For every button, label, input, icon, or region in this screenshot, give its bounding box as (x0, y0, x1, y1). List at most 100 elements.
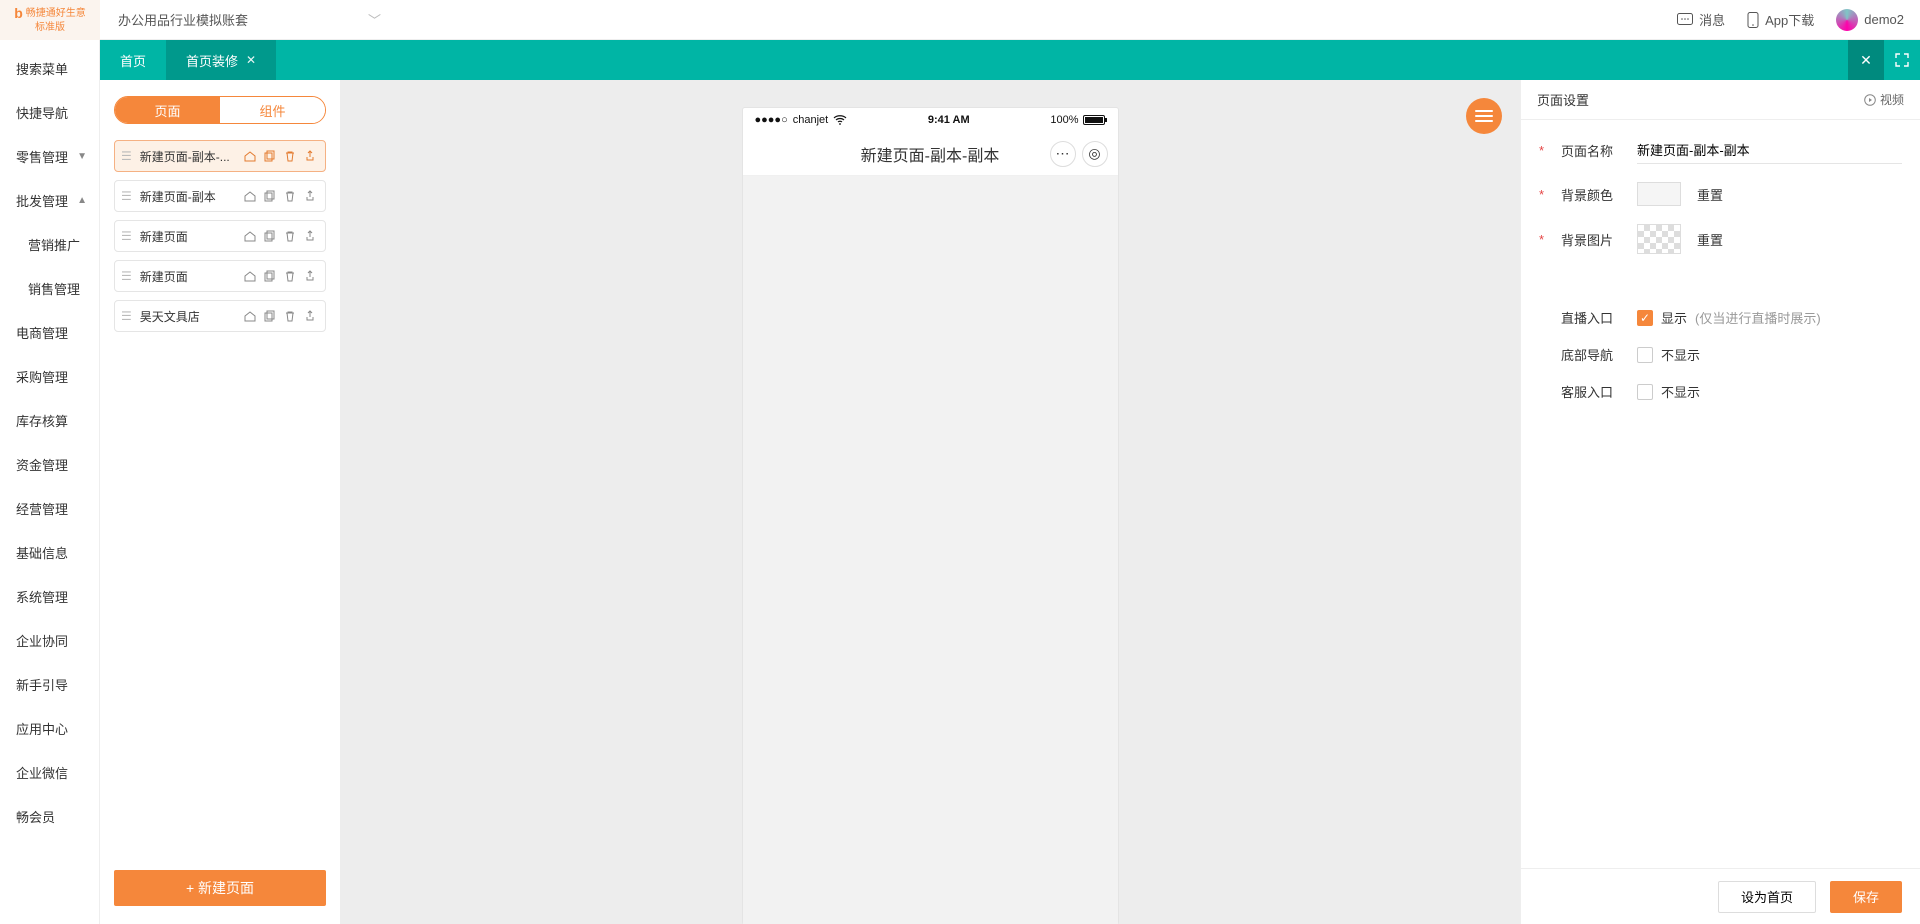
canvas-menu-fab[interactable] (1466, 98, 1502, 134)
share-icon[interactable] (303, 149, 317, 163)
service-entry-checkbox[interactable]: 不显示 (1637, 382, 1700, 401)
page-item-name: 新建页面-副本-... (140, 148, 235, 165)
checkbox-checked-icon: ✓ (1637, 310, 1653, 326)
sidenav-item[interactable]: 库存核算 (0, 398, 99, 442)
miniprogram-more-icon[interactable]: ⋯ (1050, 141, 1076, 167)
home-icon[interactable] (243, 309, 257, 323)
close-icon[interactable]: ✕ (246, 53, 256, 67)
segment-component[interactable]: 组件 (220, 97, 325, 123)
delete-icon[interactable] (283, 309, 297, 323)
copy-icon[interactable] (263, 229, 277, 243)
bg-color-swatch[interactable] (1637, 182, 1681, 206)
page-list-item[interactable]: ☰ 新建页面-副本 (114, 180, 326, 212)
chat-icon (1677, 13, 1693, 27)
sidenav-item[interactable]: 基础信息 (0, 530, 99, 574)
sidenav-item[interactable]: 搜索菜单 (0, 46, 99, 90)
chevron-down-icon: ﹀ (368, 10, 381, 29)
home-icon[interactable] (243, 149, 257, 163)
home-icon[interactable] (243, 189, 257, 203)
copy-icon[interactable] (263, 189, 277, 203)
page-list: ☰ 新建页面-副本-... ☰ 新建页面-副本 ☰ 新建页面 ☰ 新建页面 ☰ 昊天文具店 (114, 140, 326, 332)
share-icon[interactable] (303, 229, 317, 243)
delete-icon[interactable] (283, 149, 297, 163)
phone-preview: ●●●●○ chanjet 9:41 AM 100% (743, 108, 1118, 924)
caret-down-icon: ▼ (77, 151, 87, 162)
avatar (1836, 9, 1858, 31)
battery-icon (1083, 115, 1105, 125)
page-item-name: 昊天文具店 (140, 308, 235, 325)
page-item-name: 新建页面-副本 (140, 188, 235, 205)
tab-home[interactable]: 首页 (100, 40, 166, 80)
share-icon[interactable] (303, 189, 317, 203)
save-button[interactable]: 保存 (1830, 881, 1902, 913)
drag-icon[interactable]: ☰ (121, 189, 132, 203)
sidenav-subitem[interactable]: 销售管理 (0, 266, 99, 310)
home-icon[interactable] (243, 269, 257, 283)
checkbox-unchecked-icon (1637, 347, 1653, 363)
phone-title-bar: 新建页面-副本-副本 ⋯ ◎ (743, 132, 1118, 176)
page-list-item[interactable]: ☰ 新建页面 (114, 260, 326, 292)
set-home-button[interactable]: 设为首页 (1718, 881, 1816, 913)
brand-logo[interactable]: b畅捷通好生意 标准版 (0, 0, 100, 40)
drag-icon[interactable]: ☰ (121, 149, 132, 163)
drag-icon[interactable]: ☰ (121, 269, 132, 283)
sidenav-item[interactable]: 采购管理 (0, 354, 99, 398)
messages-link[interactable]: 消息 (1677, 10, 1725, 29)
video-help-link[interactable]: 视频 (1864, 91, 1904, 108)
sidenav-item[interactable]: 零售管理▼ (0, 134, 99, 178)
delete-icon[interactable] (283, 189, 297, 203)
drag-icon[interactable]: ☰ (121, 309, 132, 323)
bg-image-reset[interactable]: 重置 (1697, 230, 1723, 249)
copy-icon[interactable] (263, 269, 277, 283)
topbar-right: 消息 App下载 demo2 (1677, 9, 1904, 31)
signal-icon: ●●●●○ (755, 114, 788, 126)
sidenav-item[interactable]: 电商管理 (0, 310, 99, 354)
tab-page-design[interactable]: 首页装修 ✕ (166, 40, 276, 80)
sidenav-item[interactable]: 企业微信 (0, 750, 99, 794)
delete-icon[interactable] (283, 269, 297, 283)
copy-icon[interactable] (263, 309, 277, 323)
sidenav-item[interactable]: 系统管理 (0, 574, 99, 618)
bottom-nav-checkbox[interactable]: 不显示 (1637, 345, 1700, 364)
sidenav-item[interactable]: 经营管理 (0, 486, 99, 530)
user-menu[interactable]: demo2 (1836, 9, 1904, 31)
page-item-name: 新建页面 (140, 228, 235, 245)
side-nav: 搜索菜单快捷导航零售管理▼批发管理▲营销推广销售管理电商管理采购管理库存核算资金… (0, 40, 100, 924)
phone-icon (1747, 12, 1759, 28)
wifi-icon (833, 115, 847, 125)
page-list-panel: 页面 组件 ☰ 新建页面-副本-... ☰ 新建页面-副本 ☰ 新建页面 ☰ 新建页面 ☰ 昊天文… (100, 80, 340, 924)
sidenav-subitem[interactable]: 营销推广 (0, 222, 99, 266)
sidenav-item[interactable]: 新手引导 (0, 662, 99, 706)
page-list-item[interactable]: ☰ 昊天文具店 (114, 300, 326, 332)
fullscreen-button[interactable] (1884, 40, 1920, 80)
account-selector[interactable]: 办公用品行业模拟账套 ﹀ (118, 10, 381, 29)
sidenav-item[interactable]: 批发管理▲ (0, 178, 99, 222)
sidenav-item[interactable]: 应用中心 (0, 706, 99, 750)
sidenav-item[interactable]: 资金管理 (0, 442, 99, 486)
delete-icon[interactable] (283, 229, 297, 243)
share-icon[interactable] (303, 309, 317, 323)
label-bg-color: 背景颜色 (1561, 185, 1621, 204)
page-list-item[interactable]: ☰ 新建页面 (114, 220, 326, 252)
tab-close-all-button[interactable]: ✕ (1848, 40, 1884, 80)
label-service-entry: 客服入口 (1561, 382, 1621, 401)
sidenav-item[interactable]: 快捷导航 (0, 90, 99, 134)
sidenav-item[interactable]: 企业协同 (0, 618, 99, 662)
drag-icon[interactable]: ☰ (121, 229, 132, 243)
live-entry-checkbox[interactable]: ✓ 显示 (仅当进行直播时展示) (1637, 308, 1821, 327)
copy-icon[interactable] (263, 149, 277, 163)
bg-image-swatch[interactable] (1637, 224, 1681, 254)
bg-color-reset[interactable]: 重置 (1697, 185, 1723, 204)
label-bg-image: 背景图片 (1561, 230, 1621, 249)
page-list-item[interactable]: ☰ 新建页面-副本-... (114, 140, 326, 172)
tab-bar: 首页 首页装修 ✕ ✕ (100, 40, 1920, 80)
home-icon[interactable] (243, 229, 257, 243)
page-item-name: 新建页面 (140, 268, 235, 285)
segment-page[interactable]: 页面 (115, 97, 220, 123)
sidenav-item[interactable]: 畅会员 (0, 794, 99, 838)
new-page-button[interactable]: + 新建页面 (114, 870, 326, 906)
page-name-input[interactable] (1637, 136, 1902, 164)
share-icon[interactable] (303, 269, 317, 283)
app-download-link[interactable]: App下载 (1747, 10, 1814, 29)
miniprogram-close-icon[interactable]: ◎ (1082, 141, 1108, 167)
